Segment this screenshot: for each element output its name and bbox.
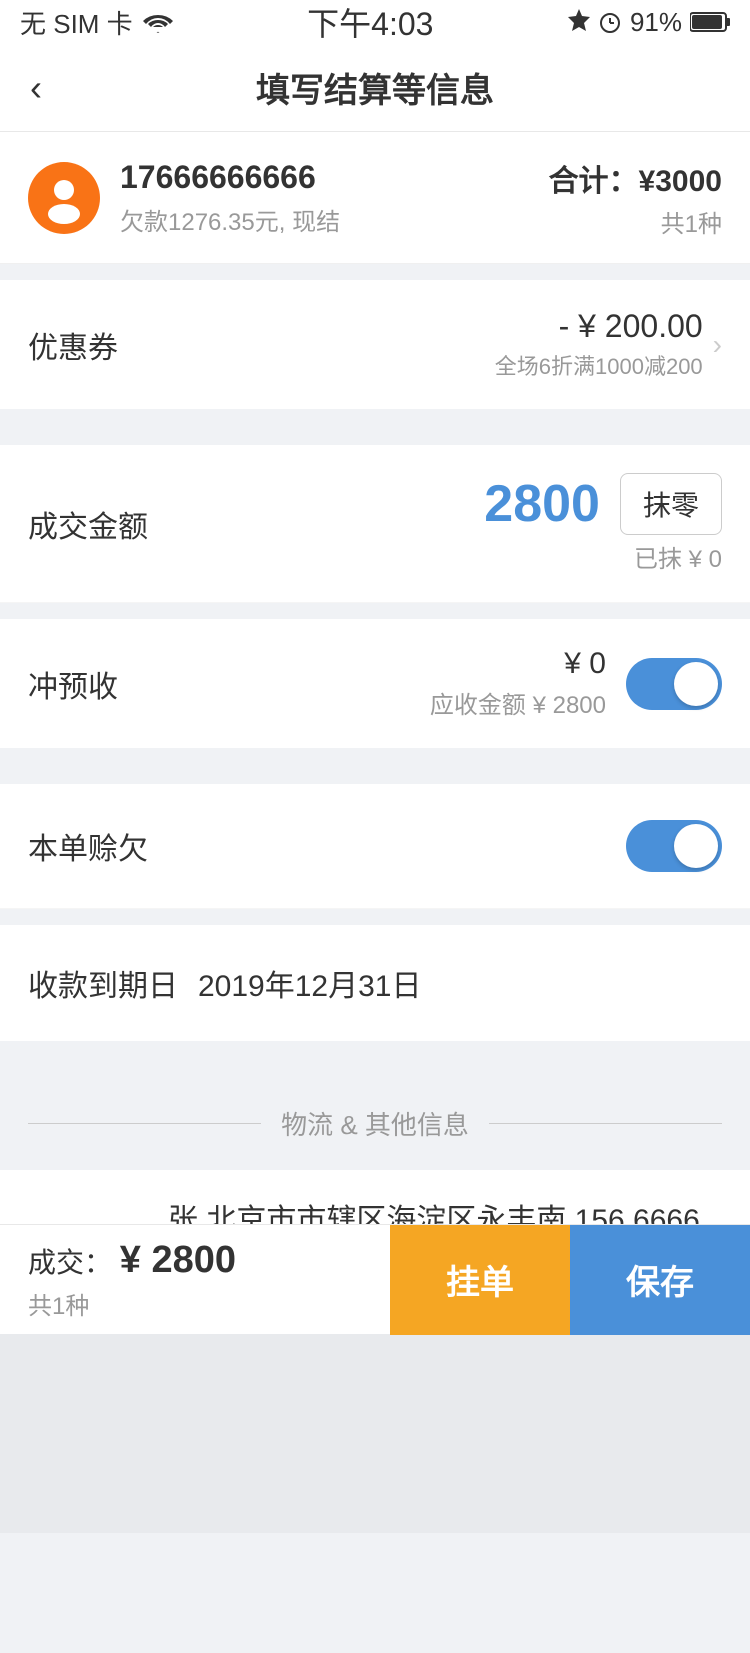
customer-debt: 欠款1276.35元, 现结 <box>120 202 549 237</box>
transaction-row-right: 2800 抹零 <box>484 473 722 535</box>
nav-bar: ‹ 填写结算等信息 <box>0 44 750 132</box>
section-divider-2 <box>0 764 750 784</box>
status-left: 无 SIM 卡 <box>20 4 173 41</box>
que-qian-label: 本单赊欠 <box>28 824 626 868</box>
que-qian-toggle[interactable] <box>626 820 722 872</box>
coupon-label: 优惠券 <box>28 323 118 367</box>
customer-info: 17666666666 欠款1276.35元, 现结 <box>120 159 549 237</box>
chong-toggle[interactable] <box>626 658 722 710</box>
erased-hint: 已抹 ¥ 0 <box>484 539 722 574</box>
coupon-right: - ¥ 200.00 全场6折满1000减200 › <box>495 308 722 381</box>
status-time: 下午4:03 <box>307 0 433 45</box>
chong-row: 冲预收 ¥ 0 应收金额 ¥ 2800 <box>0 619 750 748</box>
coupon-chevron: › <box>713 329 722 361</box>
bottom-summary-label: 成交： <box>28 1247 112 1278</box>
transaction-label: 成交金额 <box>28 502 148 546</box>
total-amount: 合计：¥3000 <box>549 156 722 200</box>
logistics-text: 物流 & 其他信息 <box>261 1105 489 1142</box>
expiry-date-value: 2019年12月31日 <box>198 961 421 1005</box>
chong-label: 冲预收 <box>28 662 430 706</box>
logistics-divider: 物流 & 其他信息 <box>0 1077 750 1170</box>
transaction-row: 成交金额 2800 抹零 已抹 ¥ 0 <box>0 445 750 603</box>
section-divider-3 <box>0 1057 750 1077</box>
back-button[interactable]: ‹ <box>20 57 52 119</box>
transaction-right: 2800 抹零 已抹 ¥ 0 <box>484 473 722 574</box>
page-title: 填写结算等信息 <box>256 63 494 112</box>
avatar <box>28 162 100 234</box>
bottom-bar: 成交： ¥ 2800 共1种 挂单 保存 <box>0 1224 750 1334</box>
person-icon <box>38 172 90 224</box>
wifi-icon <box>143 11 173 33</box>
toggle-knob-chong <box>674 662 718 706</box>
bottom-summary: 成交： ¥ 2800 共1种 <box>0 1239 390 1321</box>
status-right: 91% <box>568 7 730 38</box>
content-area: 17666666666 欠款1276.35元, 现结 合计：¥3000 共1种 … <box>0 132 750 1653</box>
chong-right: ¥ 0 应收金额 ¥ 2800 <box>430 647 722 720</box>
customer-total: 合计：¥3000 共1种 <box>549 156 722 239</box>
toggle-knob-que-qian <box>674 824 718 868</box>
erase-button[interactable]: 抹零 <box>620 473 722 535</box>
expiry-row: 收款到期日 2019年12月31日 <box>0 925 750 1041</box>
chong-receivable: 应收金额 ¥ 2800 <box>430 685 606 720</box>
bottom-total: 成交： ¥ 2800 <box>28 1239 362 1282</box>
logistics-line-right <box>489 1123 722 1124</box>
bottom-summary-amount: ¥ 2800 <box>120 1239 236 1281</box>
chong-amount: ¥ 0 <box>430 647 606 681</box>
hang-button[interactable]: 挂单 <box>390 1225 570 1335</box>
customer-row: 17666666666 欠款1276.35元, 现结 合计：¥3000 共1种 <box>0 132 750 264</box>
bottom-count: 共1种 <box>28 1286 362 1321</box>
expiry-label: 收款到期日 <box>28 961 178 1005</box>
location-icon <box>568 9 590 35</box>
section-divider-1 <box>0 425 750 445</box>
customer-phone: 17666666666 <box>120 159 549 196</box>
save-button[interactable]: 保存 <box>570 1225 750 1335</box>
coupon-info: - ¥ 200.00 全场6折满1000减200 <box>495 308 703 381</box>
transaction-amount-value: 2800 <box>484 474 600 534</box>
coupon-row[interactable]: 优惠券 - ¥ 200.00 全场6折满1000减200 › <box>0 280 750 409</box>
chong-amount-block: ¥ 0 应收金额 ¥ 2800 <box>430 647 606 720</box>
alarm-icon <box>598 10 622 34</box>
que-qian-row: 本单赊欠 <box>0 784 750 909</box>
gray-area <box>0 1333 750 1533</box>
total-count: 共1种 <box>549 204 722 239</box>
battery-icon <box>690 11 730 33</box>
status-bar: 无 SIM 卡 下午4:03 91% <box>0 0 750 44</box>
coupon-desc: 全场6折满1000减200 <box>495 349 703 381</box>
logistics-line-left <box>28 1123 261 1124</box>
sim-status: 无 SIM 卡 <box>20 4 133 41</box>
coupon-discount: - ¥ 200.00 <box>495 308 703 345</box>
battery-percent: 91% <box>630 7 682 38</box>
